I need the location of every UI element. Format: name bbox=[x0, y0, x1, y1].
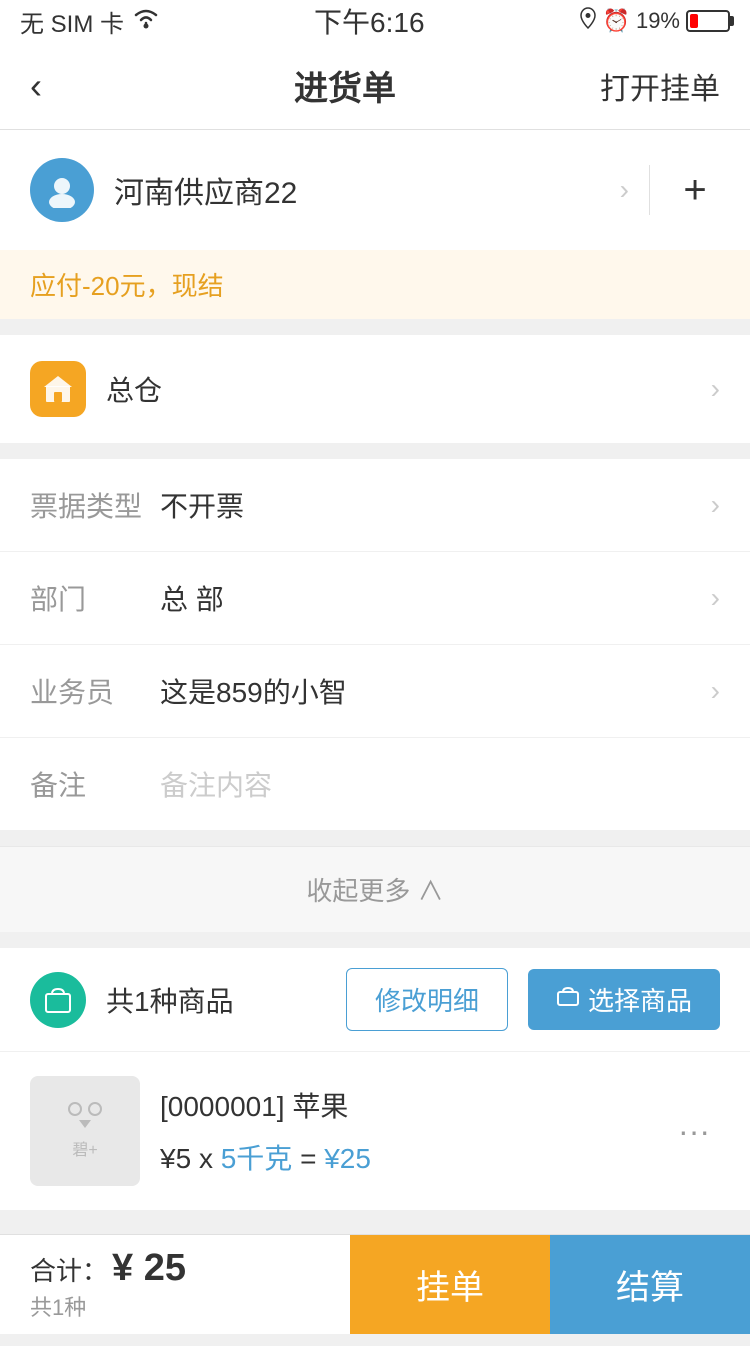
checkout-button[interactable]: 结算 bbox=[550, 1235, 750, 1334]
product-more-button[interactable]: ··· bbox=[668, 1103, 720, 1160]
total-area: 合计： ¥ 25 共1种 bbox=[0, 1235, 350, 1334]
nav-bar: ‹ 进货单 打开挂单 bbox=[0, 42, 750, 130]
open-hang-button[interactable]: 打开挂单 bbox=[600, 64, 720, 108]
warehouse-section: 总仓 › bbox=[0, 335, 750, 443]
select-product-button[interactable]: 选择商品 bbox=[528, 969, 720, 1030]
battery-level: 19% bbox=[636, 8, 680, 34]
status-left: 无 SIM 卡 bbox=[20, 4, 160, 39]
products-count: 共1种商品 bbox=[106, 980, 326, 1020]
location-icon bbox=[579, 7, 597, 35]
status-right: ⏰ 19% bbox=[579, 7, 730, 35]
warehouse-chevron-icon: › bbox=[711, 373, 720, 405]
form-section: 票据类型 不开票 › 部门 总 部 › 业务员 这是859的小智 › 备注 备注… bbox=[0, 459, 750, 830]
invoice-label: 票据类型 bbox=[30, 485, 160, 525]
sales-chevron-icon: › bbox=[711, 675, 720, 707]
supplier-avatar bbox=[30, 158, 94, 222]
products-section: 共1种商品 修改明细 选择商品 bbox=[0, 948, 750, 1210]
supplier-notice: 应付-20元，现结 bbox=[0, 250, 750, 319]
total-label: 合计： bbox=[30, 1251, 108, 1288]
dept-chevron-icon: › bbox=[711, 582, 720, 614]
product-price: ¥5 x 5千克 = ¥25 bbox=[160, 1137, 648, 1177]
warehouse-icon bbox=[30, 361, 86, 417]
alarm-icon: ⏰ bbox=[603, 8, 630, 34]
page-title: 进货单 bbox=[294, 61, 396, 110]
dept-label: 部门 bbox=[30, 578, 160, 618]
hang-button[interactable]: 挂单 bbox=[350, 1235, 550, 1334]
edit-detail-button[interactable]: 修改明细 bbox=[346, 968, 508, 1031]
main-content: 河南供应商22 › + 应付-20元，现结 总仓 › 票据类型 不开票 › bbox=[0, 130, 750, 1346]
supplier-row[interactable]: 河南供应商22 › + bbox=[0, 130, 750, 250]
product-code: [0000001] bbox=[160, 1091, 285, 1122]
warehouse-name: 总仓 bbox=[106, 369, 711, 409]
warehouse-row[interactable]: 总仓 › bbox=[0, 335, 750, 443]
supplier-section: 河南供应商22 › + 应付-20元，现结 bbox=[0, 130, 750, 319]
remark-label: 备注 bbox=[30, 764, 160, 804]
products-header: 共1种商品 修改明细 选择商品 bbox=[0, 948, 750, 1051]
product-total: ¥25 bbox=[324, 1143, 371, 1174]
bottom-bar: 合计： ¥ 25 共1种 挂单 结算 bbox=[0, 1234, 750, 1334]
product-thumbnail: 碧+ bbox=[30, 1076, 140, 1186]
back-button[interactable]: ‹ bbox=[30, 65, 90, 107]
invoice-chevron-icon: › bbox=[711, 489, 720, 521]
product-info: [0000001] 苹果 ¥5 x 5千克 = ¥25 bbox=[160, 1085, 648, 1177]
divider bbox=[649, 165, 650, 215]
sales-row[interactable]: 业务员 这是859的小智 › bbox=[0, 644, 750, 737]
select-product-label: 选择商品 bbox=[588, 981, 692, 1018]
wifi-icon bbox=[132, 7, 160, 36]
invoice-row[interactable]: 票据类型 不开票 › bbox=[0, 459, 750, 551]
sales-label: 业务员 bbox=[30, 671, 160, 711]
status-bar: 无 SIM 卡 下午6:16 ⏰ 19% bbox=[0, 0, 750, 42]
carrier-label: 无 SIM 卡 bbox=[20, 4, 124, 39]
collapse-bar[interactable]: 收起更多 ∧ bbox=[0, 846, 750, 932]
supplier-chevron-icon: › bbox=[620, 174, 629, 206]
add-supplier-button[interactable]: + bbox=[670, 168, 720, 213]
remark-row[interactable]: 备注 备注内容 bbox=[0, 737, 750, 830]
dept-value: 总 部 bbox=[160, 578, 711, 618]
product-name: [0000001] 苹果 bbox=[160, 1085, 648, 1125]
product-quantity: 5千克 bbox=[221, 1143, 293, 1174]
supplier-name: 河南供应商22 bbox=[114, 168, 620, 212]
remark-placeholder: 备注内容 bbox=[160, 764, 720, 804]
battery-icon bbox=[686, 10, 730, 32]
total-amount: ¥ 25 bbox=[112, 1247, 186, 1290]
sales-value: 这是859的小智 bbox=[160, 671, 711, 711]
cart-icon bbox=[556, 984, 580, 1015]
products-icon bbox=[30, 972, 86, 1028]
total-count: 共1种 bbox=[30, 1290, 350, 1322]
status-time: 下午6:16 bbox=[314, 1, 425, 41]
dept-row[interactable]: 部门 总 部 › bbox=[0, 551, 750, 644]
product-title: 苹果 bbox=[292, 1091, 348, 1122]
invoice-value: 不开票 bbox=[160, 485, 711, 525]
product-item: 碧+ [0000001] 苹果 ¥5 x 5千克 = ¥25 ··· bbox=[0, 1051, 750, 1210]
